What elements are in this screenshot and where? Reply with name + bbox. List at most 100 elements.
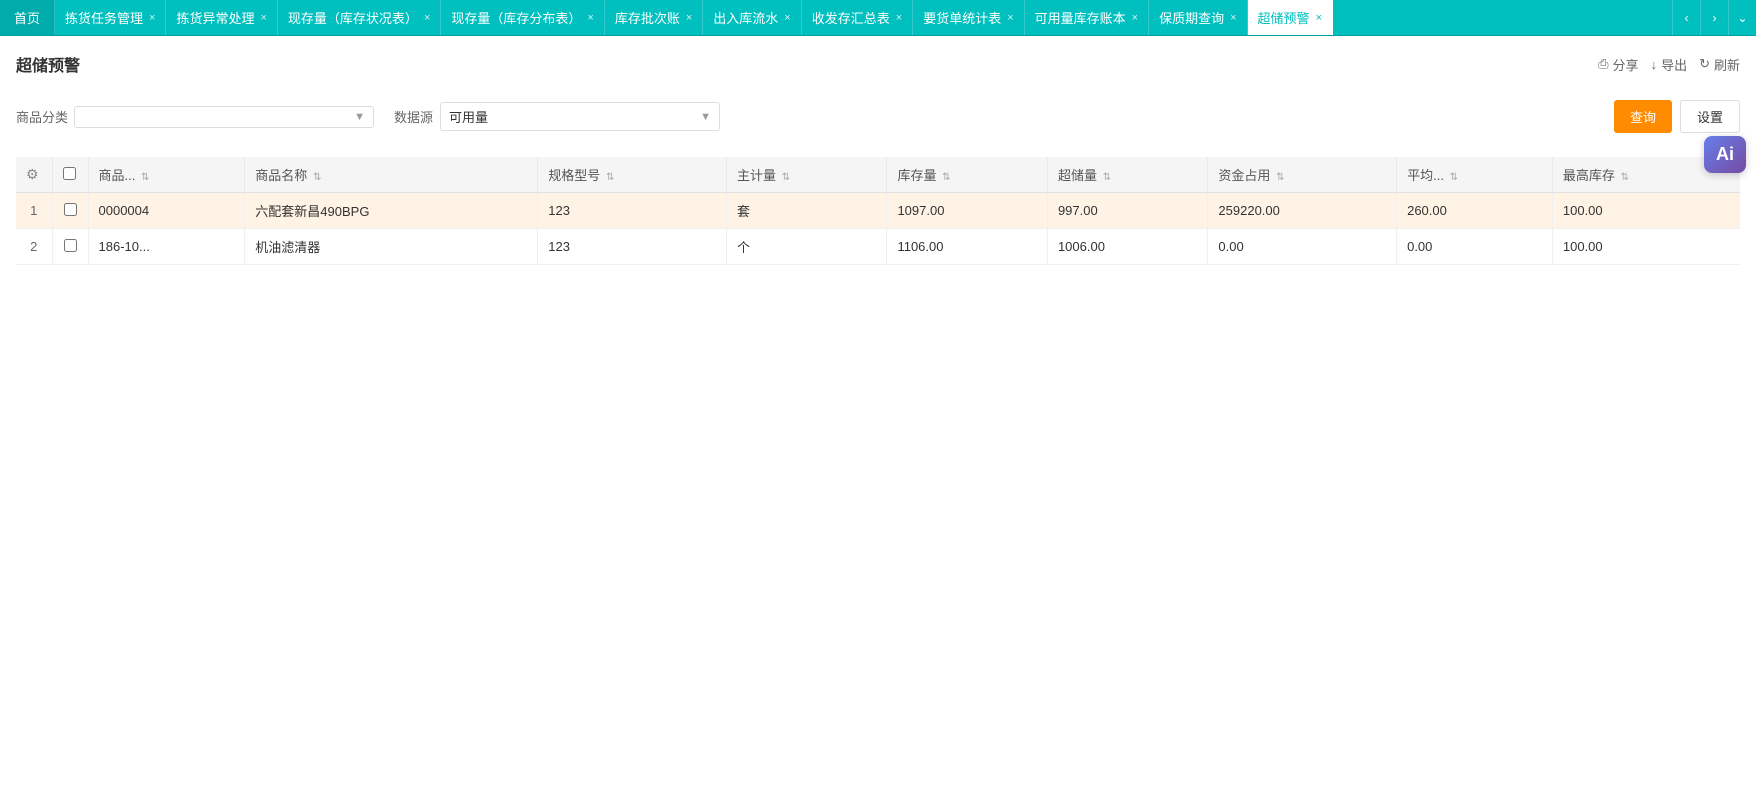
select-all-checkbox[interactable] [63, 167, 76, 180]
sort-icon[interactable]: ⇅ [606, 172, 614, 183]
filter-row: 商品分类 ▼ 数据源 可用量 ▼ 查询 设置 [16, 90, 1740, 143]
col-avg-header[interactable]: 平均... ⇅ [1397, 157, 1553, 193]
close-icon[interactable]: × [149, 12, 155, 24]
avg-cell: 260.00 [1397, 193, 1553, 229]
col-gear: ⚙ [16, 157, 52, 193]
sort-icon[interactable]: ⇅ [313, 172, 321, 183]
close-icon[interactable]: × [1316, 12, 1322, 24]
product-code-cell: 0000004 [88, 193, 245, 229]
nav-tab-11[interactable]: 超储预警 × [1248, 0, 1333, 35]
nav-next-arrow[interactable]: › [1700, 0, 1728, 35]
product-code-cell: 186-10... [88, 229, 245, 265]
capital-cell: 259220.00 [1208, 193, 1397, 229]
col-label: 超储量 [1058, 168, 1097, 183]
tab-label: 可用量库存账本 [1035, 8, 1126, 27]
datasource-label: 数据源 [394, 107, 434, 126]
main-content: 超储预警 ⎙ 分享 ↓ 导出 ↻ 刷新 商品分类 ▼ 数据源 [0, 36, 1756, 800]
top-navigation: 首页 拣货任务管理 × 拣货异常处理 × 现存量（库存状况表） × 现存量（库存… [0, 0, 1756, 36]
col-label: 商品名称 [255, 168, 307, 183]
tab-label: 出入库流水 [713, 8, 778, 27]
col-label: 库存量 [897, 168, 936, 183]
data-table: ⚙ 商品... ⇅ 商品名称 ⇅ 规格型号 ⇅ 主计量 [16, 157, 1740, 265]
product-name-cell: 六配套新昌490BPG [245, 193, 538, 229]
close-icon[interactable]: × [1007, 12, 1013, 24]
close-icon[interactable]: × [1230, 12, 1236, 24]
datasource-filter: 数据源 可用量 ▼ [394, 102, 720, 131]
tab-label: 拣货任务管理 [65, 8, 143, 27]
category-select[interactable]: ▼ [74, 106, 374, 128]
close-icon[interactable]: × [587, 12, 593, 24]
share-label: 分享 [1613, 55, 1639, 74]
stock-cell: 1097.00 [887, 193, 1047, 229]
tab-label: 收发存汇总表 [812, 8, 890, 27]
nav-menu-arrow[interactable]: ⌄ [1728, 0, 1756, 35]
nav-prev-arrow[interactable]: ‹ [1672, 0, 1700, 35]
overstock-cell: 1006.00 [1047, 229, 1207, 265]
col-checkbox-header [52, 157, 88, 193]
sort-icon[interactable]: ⇅ [942, 172, 950, 183]
nav-tab-8[interactable]: 要货单统计表 × [913, 0, 1024, 35]
nav-tab-9[interactable]: 可用量库存账本 × [1025, 0, 1149, 35]
query-button[interactable]: 查询 [1614, 100, 1672, 133]
nav-tab-home[interactable]: 首页 [0, 0, 55, 35]
close-icon[interactable]: × [260, 12, 266, 24]
gear-icon[interactable]: ⚙ [26, 166, 39, 182]
ai-badge[interactable]: Ai [1704, 136, 1746, 173]
tab-label: 超储预警 [1258, 8, 1310, 27]
share-icon: ⎙ [1598, 56, 1608, 72]
export-button[interactable]: ↓ 导出 [1651, 55, 1688, 74]
stock-cell: 1106.00 [887, 229, 1047, 265]
close-icon[interactable]: × [1132, 12, 1138, 24]
table-header-row: ⚙ 商品... ⇅ 商品名称 ⇅ 规格型号 ⇅ 主计量 [16, 157, 1740, 193]
header-actions: ⎙ 分享 ↓ 导出 ↻ 刷新 [1598, 55, 1740, 74]
row-checkbox-cell [52, 229, 88, 265]
row-checkbox[interactable] [64, 203, 77, 216]
col-product-name-header[interactable]: 商品名称 ⇅ [245, 157, 538, 193]
home-label: 首页 [14, 8, 40, 27]
col-product-code-header[interactable]: 商品... ⇅ [88, 157, 245, 193]
share-button[interactable]: ⎙ 分享 [1598, 55, 1638, 74]
col-spec-header[interactable]: 规格型号 ⇅ [538, 157, 727, 193]
sort-icon[interactable]: ⇅ [1276, 172, 1284, 183]
col-stock-header[interactable]: 库存量 ⇅ [887, 157, 1047, 193]
nav-arrows: ‹ › ⌄ [1672, 0, 1756, 35]
chevron-down-icon: ▼ [700, 111, 711, 123]
chevron-down-icon: ▼ [354, 111, 365, 123]
table-row: 2 186-10... 机油滤清器 123 个 1106.00 1006.00 … [16, 229, 1740, 265]
sort-icon[interactable]: ⇅ [141, 172, 149, 183]
nav-tab-1[interactable]: 拣货任务管理 × [55, 0, 166, 35]
sort-icon[interactable]: ⇅ [1450, 172, 1458, 183]
category-label: 商品分类 [16, 107, 68, 126]
nav-tab-3[interactable]: 现存量（库存状况表） × [278, 0, 441, 35]
nav-tab-7[interactable]: 收发存汇总表 × [802, 0, 913, 35]
spec-cell: 123 [538, 193, 727, 229]
nav-tab-4[interactable]: 现存量（库存分布表） × [441, 0, 604, 35]
nav-tab-5[interactable]: 库存批次账 × [605, 0, 703, 35]
category-filter: 商品分类 ▼ [16, 106, 374, 128]
close-icon[interactable]: × [424, 12, 430, 24]
sort-icon[interactable]: ⇅ [782, 172, 790, 183]
sort-icon[interactable]: ⇅ [1103, 172, 1111, 183]
col-label: 规格型号 [548, 168, 600, 183]
close-icon[interactable]: × [686, 12, 692, 24]
nav-tab-6[interactable]: 出入库流水 × [703, 0, 801, 35]
nav-tab-10[interactable]: 保质期查询 × [1149, 0, 1247, 35]
capital-cell: 0.00 [1208, 229, 1397, 265]
col-overstock-header[interactable]: 超储量 ⇅ [1047, 157, 1207, 193]
refresh-button[interactable]: ↻ 刷新 [1699, 55, 1740, 74]
sort-icon[interactable]: ⇅ [1621, 172, 1629, 183]
settings-button[interactable]: 设置 [1680, 100, 1740, 133]
close-icon[interactable]: × [784, 12, 790, 24]
col-capital-header[interactable]: 资金占用 ⇅ [1208, 157, 1397, 193]
datasource-select[interactable]: 可用量 ▼ [440, 102, 720, 131]
row-checkbox[interactable] [64, 239, 77, 252]
avg-cell: 0.00 [1397, 229, 1553, 265]
close-icon[interactable]: × [896, 12, 902, 24]
nav-tab-2[interactable]: 拣货异常处理 × [166, 0, 277, 35]
col-unit-header[interactable]: 主计量 ⇅ [726, 157, 886, 193]
tab-label: 现存量（库存分布表） [451, 8, 581, 27]
filter-actions: 查询 设置 [1614, 100, 1740, 133]
tab-label: 拣货异常处理 [176, 8, 254, 27]
table-row: 1 0000004 六配套新昌490BPG 123 套 1097.00 997.… [16, 193, 1740, 229]
unit-cell: 个 [726, 229, 886, 265]
